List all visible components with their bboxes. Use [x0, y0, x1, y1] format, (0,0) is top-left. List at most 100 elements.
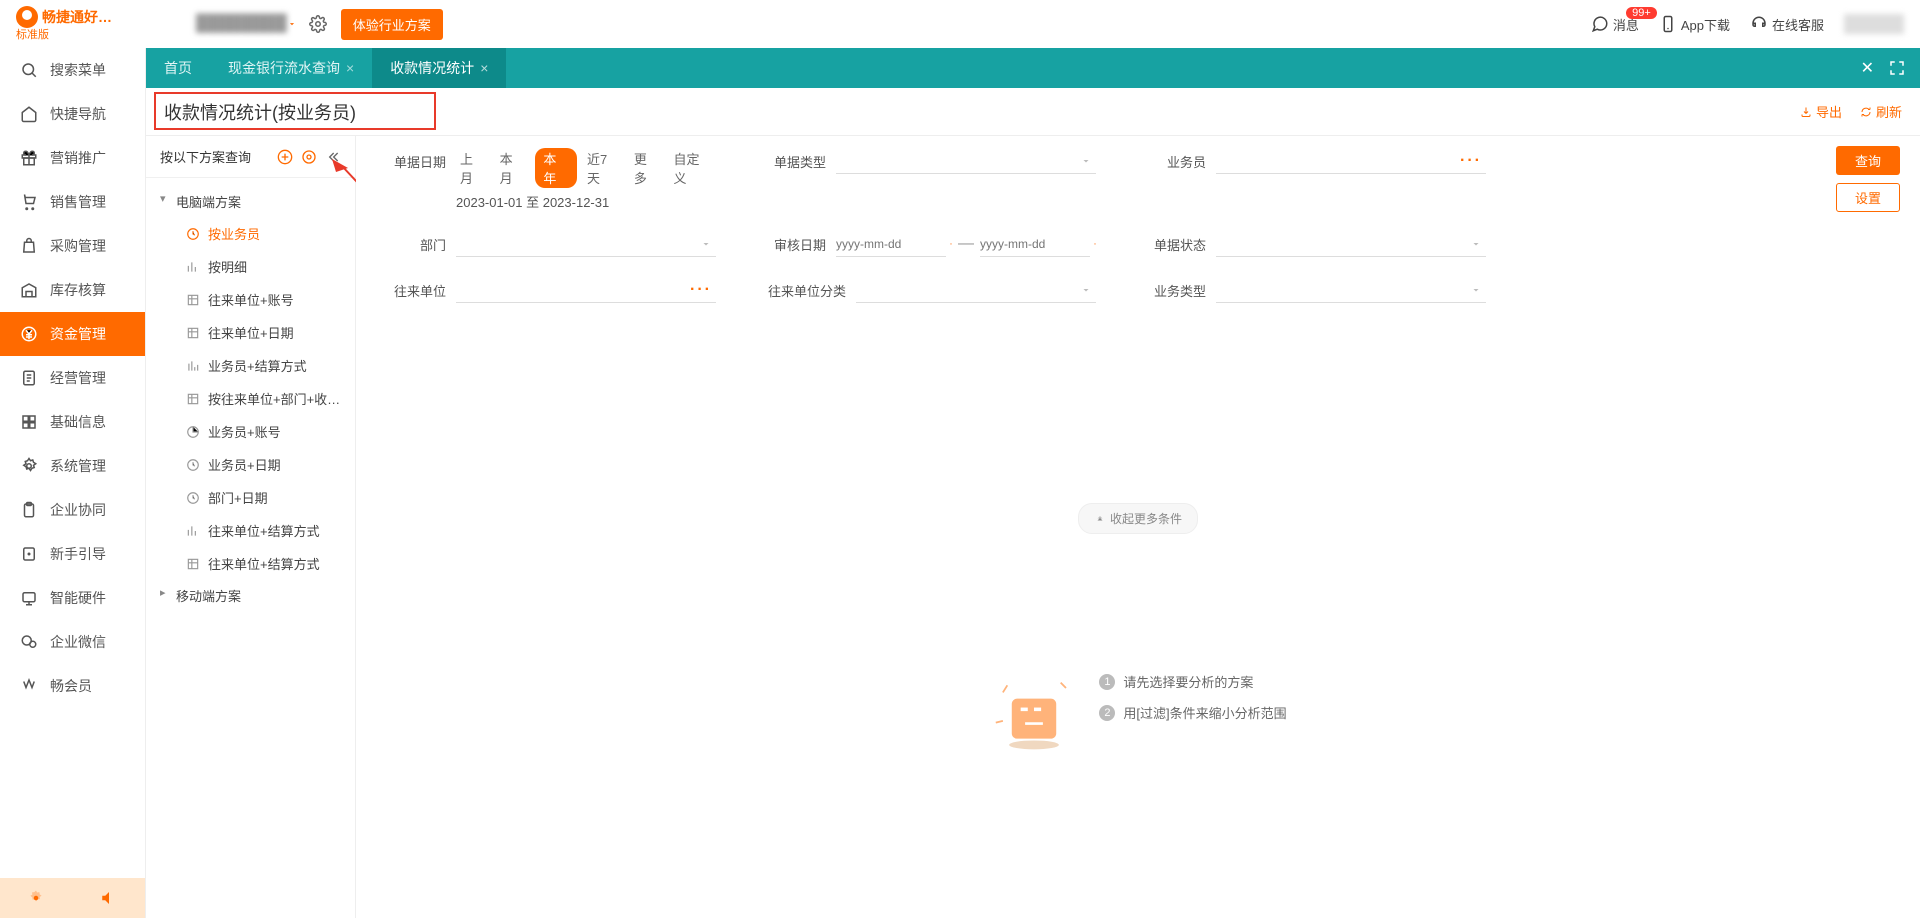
table-icon	[186, 326, 200, 340]
calendar-icon[interactable]	[950, 238, 952, 250]
bill-status-label: 单据状态	[1136, 231, 1206, 254]
date-range: 2023-01-01 至 2023-12-31	[456, 192, 716, 211]
refresh-icon	[1860, 106, 1872, 118]
export-button[interactable]: 导出	[1800, 102, 1842, 121]
tree-item[interactable]: 往来单位+结算方式	[146, 514, 355, 547]
nav-system[interactable]: 系统管理	[0, 444, 145, 488]
device-icon	[20, 589, 38, 607]
date-chip[interactable]: 更多	[630, 148, 664, 188]
collapse-filters[interactable]: 收起更多条件	[1078, 503, 1198, 534]
clock-icon	[186, 491, 200, 505]
nav-baseinfo[interactable]: 基础信息	[0, 400, 145, 444]
top-header: 畅捷通好… 标准版 ████████ 体验行业方案 消息 99+ App下载 在…	[0, 0, 1920, 48]
user-avatar[interactable]	[1844, 14, 1904, 34]
close-icon[interactable]: ×	[480, 60, 488, 76]
partner-cat-select[interactable]	[856, 277, 1096, 303]
more-icon[interactable]: ···	[690, 281, 712, 299]
tab-cashflow[interactable]: 现金银行流水查询×	[210, 48, 372, 88]
tree-item[interactable]: 业务员+账号	[146, 415, 355, 448]
close-all-icon[interactable]: ✕	[1861, 58, 1874, 78]
audit-date-from[interactable]	[836, 231, 946, 257]
nav-quick[interactable]: 快捷导航	[0, 92, 145, 136]
salesman-select[interactable]: ···	[1216, 148, 1486, 174]
nav-hardware[interactable]: 智能硬件	[0, 576, 145, 620]
home-icon	[20, 105, 38, 123]
nav-guide[interactable]: 新手引导	[0, 532, 145, 576]
partner-select[interactable]: ···	[456, 277, 716, 303]
step-badge: 2	[1099, 705, 1115, 721]
gear-icon[interactable]	[301, 149, 317, 165]
tree-item[interactable]: 按明细	[146, 250, 355, 283]
bill-type-select[interactable]	[836, 148, 1096, 174]
app-download-link[interactable]: App下载	[1659, 15, 1730, 34]
biz-type-select[interactable]	[1216, 277, 1486, 303]
gear-icon[interactable]	[27, 889, 45, 907]
step-text: 用[过滤]条件来缩小分析范围	[1123, 703, 1286, 722]
message-icon	[1591, 15, 1609, 33]
audit-date-to[interactable]	[980, 231, 1090, 257]
date-chip[interactable]: 上月	[456, 148, 490, 188]
tab-home[interactable]: 首页	[146, 48, 210, 88]
bill-date-label: 单据日期	[376, 148, 446, 171]
tree-item[interactable]: 业务员+日期	[146, 448, 355, 481]
vip-icon	[20, 677, 38, 695]
step-text: 请先选择要分析的方案	[1123, 672, 1253, 691]
online-service-link[interactable]: 在线客服	[1750, 15, 1824, 34]
nav-marketing[interactable]: 营销推广	[0, 136, 145, 180]
nav-collab[interactable]: 企业协同	[0, 488, 145, 532]
close-icon[interactable]: ×	[346, 60, 354, 76]
calendar-icon[interactable]	[1094, 238, 1096, 250]
date-chip[interactable]: 本年	[535, 148, 577, 188]
bill-status-select[interactable]	[1216, 231, 1486, 257]
search-icon	[20, 61, 38, 79]
messages-link[interactable]: 消息 99+	[1591, 15, 1639, 34]
date-chip[interactable]: 本月	[496, 148, 530, 188]
tree-group-desktop[interactable]: 电脑端方案	[146, 186, 355, 217]
nav-business[interactable]: 经营管理	[0, 356, 145, 400]
plus-icon[interactable]	[277, 149, 293, 165]
phone-icon	[1659, 15, 1677, 33]
sound-icon[interactable]	[100, 889, 118, 907]
org-selector[interactable]: ████████	[196, 15, 287, 33]
dept-label: 部门	[376, 231, 446, 254]
book-icon	[20, 545, 38, 563]
tree-item[interactable]: 往来单位+日期	[146, 316, 355, 349]
nav-inventory[interactable]: 库存核算	[0, 268, 145, 312]
tree-item[interactable]: 按往来单位+部门+收…	[146, 382, 355, 415]
bars-icon	[186, 359, 200, 373]
clock-icon	[186, 227, 200, 241]
empty-state: 1请先选择要分析的方案 2用[过滤]条件来缩小分析范围	[376, 542, 1900, 918]
experience-button[interactable]: 体验行业方案	[341, 9, 443, 40]
refresh-button[interactable]: 刷新	[1860, 102, 1902, 121]
query-button[interactable]: 查询	[1836, 146, 1900, 175]
nav-wecom[interactable]: 企业微信	[0, 620, 145, 664]
tree-item[interactable]: 往来单位+账号	[146, 283, 355, 316]
tree-group-mobile[interactable]: 移动端方案	[146, 580, 355, 611]
chevron-down-icon[interactable]	[287, 19, 297, 29]
nav-member[interactable]: 畅会员	[0, 664, 145, 708]
nav-finance[interactable]: 资金管理	[0, 312, 145, 356]
tree-item[interactable]: 往来单位+结算方式	[146, 547, 355, 580]
scheme-panel: 按以下方案查询 电脑端方案 按业务员 按明细 往来单位+账号 往来单位+日期	[146, 136, 356, 918]
collapse-icon[interactable]	[325, 149, 341, 165]
date-chip[interactable]: 自定义	[669, 148, 716, 188]
tree-item[interactable]: 按业务员	[146, 217, 355, 250]
audit-date-label: 审核日期	[756, 231, 826, 254]
fullscreen-icon[interactable]	[1888, 59, 1906, 77]
nav-search[interactable]: 搜索菜单	[0, 48, 145, 92]
tree-item[interactable]: 部门+日期	[146, 481, 355, 514]
nav-sales[interactable]: 销售管理	[0, 180, 145, 224]
tree-item[interactable]: 业务员+结算方式	[146, 349, 355, 382]
nav-purchase[interactable]: 采购管理	[0, 224, 145, 268]
settings-button[interactable]: 设置	[1836, 183, 1900, 212]
dept-select[interactable]	[456, 231, 716, 257]
logo-subtitle: 标准版	[16, 26, 49, 42]
logo-text: 畅捷通好…	[42, 7, 112, 27]
tab-receipt-stats[interactable]: 收款情况统计×	[372, 48, 506, 88]
more-icon[interactable]: ···	[1460, 152, 1482, 170]
doc-icon	[20, 369, 38, 387]
app-download-label: App下载	[1681, 15, 1730, 34]
gear-icon[interactable]	[309, 15, 327, 33]
messages-badge: 99+	[1626, 7, 1657, 19]
date-chip[interactable]: 近7天	[583, 148, 624, 188]
